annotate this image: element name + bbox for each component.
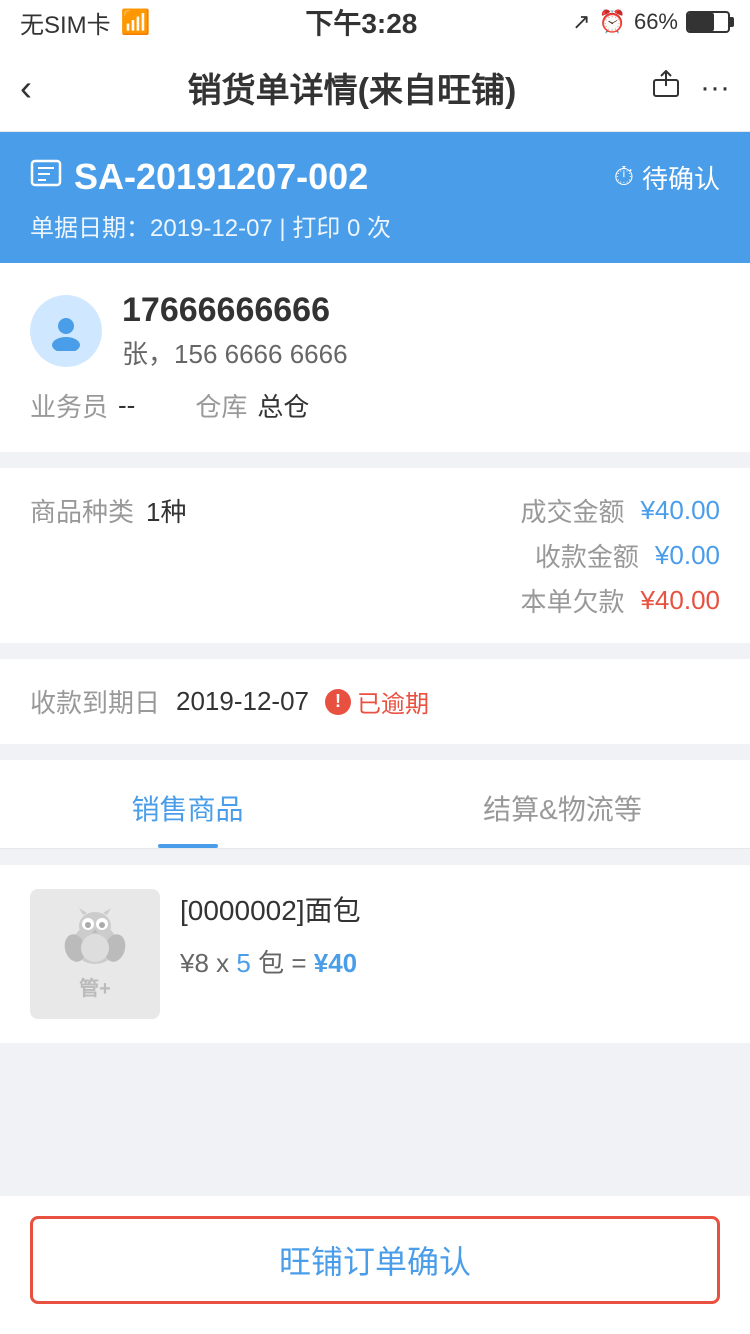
order-icon: [30, 159, 62, 195]
share-button[interactable]: [652, 70, 680, 106]
tab-sales-products[interactable]: 销售商品: [0, 760, 375, 848]
more-button[interactable]: ···: [700, 71, 730, 105]
order-status: ⏱ 待确认: [614, 159, 720, 196]
status-bar: 无SIM卡 📶 下午3:28 ↗ ⏰ 66%: [0, 0, 750, 44]
salesperson-item: 业务员 --: [30, 387, 135, 424]
tab-settlement-logistics[interactable]: 结算&物流等: [375, 760, 750, 848]
receipt-amount: 收款金额 ¥0.00: [535, 537, 720, 574]
confirm-order-button[interactable]: 旺铺订单确认: [30, 1216, 720, 1304]
nav-actions: ···: [652, 70, 730, 106]
status-carrier: 无SIM卡 📶: [20, 5, 151, 40]
back-button[interactable]: ‹: [20, 57, 52, 119]
due-section: 收款到期日 2019-12-07 ! 已逾期: [0, 659, 750, 744]
amounts-detail: 成交金额 ¥40.00 收款金额 ¥0.00 本单欠款 ¥40.00: [520, 492, 720, 619]
bottom-bar: 旺铺订单确认: [0, 1196, 750, 1334]
order-header-card: SA-20191207-002 ⏱ 待确认 单据日期：2019-12-07 | …: [0, 132, 750, 263]
page-title: 销货单详情(来自旺铺): [52, 63, 652, 112]
alarm-icon: ⏰: [599, 9, 626, 35]
product-section: 管+ [0000002]面包 ¥8 x 5 包 = ¥40: [0, 865, 750, 1043]
product-price: ¥8 x 5 包 = ¥40: [180, 943, 720, 980]
overdue-icon: !: [325, 689, 351, 715]
battery-icon: [686, 11, 730, 33]
clock-icon: ⏱: [614, 161, 634, 193]
location-icon: ↗: [572, 9, 590, 35]
deal-amount: 成交金额 ¥40.00: [520, 492, 720, 529]
customer-section: 17666666666 张，156 6666 6666 业务员 -- 仓库 总仓: [0, 263, 750, 452]
avatar: [30, 295, 102, 367]
overdue-badge: ! 已逾期: [325, 684, 429, 719]
debt-amount: 本单欠款 ¥40.00: [520, 582, 720, 619]
amounts-section: 商品种类 1种 成交金额 ¥40.00 收款金额 ¥0.00 本单欠款 ¥40.…: [0, 468, 750, 643]
warehouse-item: 仓库 总仓: [195, 387, 309, 424]
order-date: 单据日期：2019-12-07 | 打印 0 次: [30, 208, 720, 243]
nav-bar: ‹ 销货单详情(来自旺铺) ···: [0, 44, 750, 132]
product-item: 管+ [0000002]面包 ¥8 x 5 包 = ¥40: [30, 889, 720, 1019]
status-right: ↗ ⏰ 66%: [572, 9, 730, 35]
battery-percent: 66%: [634, 9, 678, 35]
product-info: [0000002]面包 ¥8 x 5 包 = ¥40: [180, 889, 720, 980]
tabs-row: 销售商品 结算&物流等: [0, 760, 750, 849]
tabs-section: 销售商品 结算&物流等: [0, 760, 750, 849]
status-time: 下午3:28: [305, 2, 417, 42]
customer-alt: 张，156 6666 6666: [122, 334, 348, 371]
customer-phone: 17666666666: [122, 291, 348, 330]
product-thumbnail: 管+: [30, 889, 160, 1019]
product-types: 商品种类 1种: [30, 492, 186, 529]
order-id: SA-20191207-002: [30, 156, 368, 198]
wifi-icon: 📶: [121, 8, 151, 37]
product-name: [0000002]面包: [180, 889, 720, 929]
